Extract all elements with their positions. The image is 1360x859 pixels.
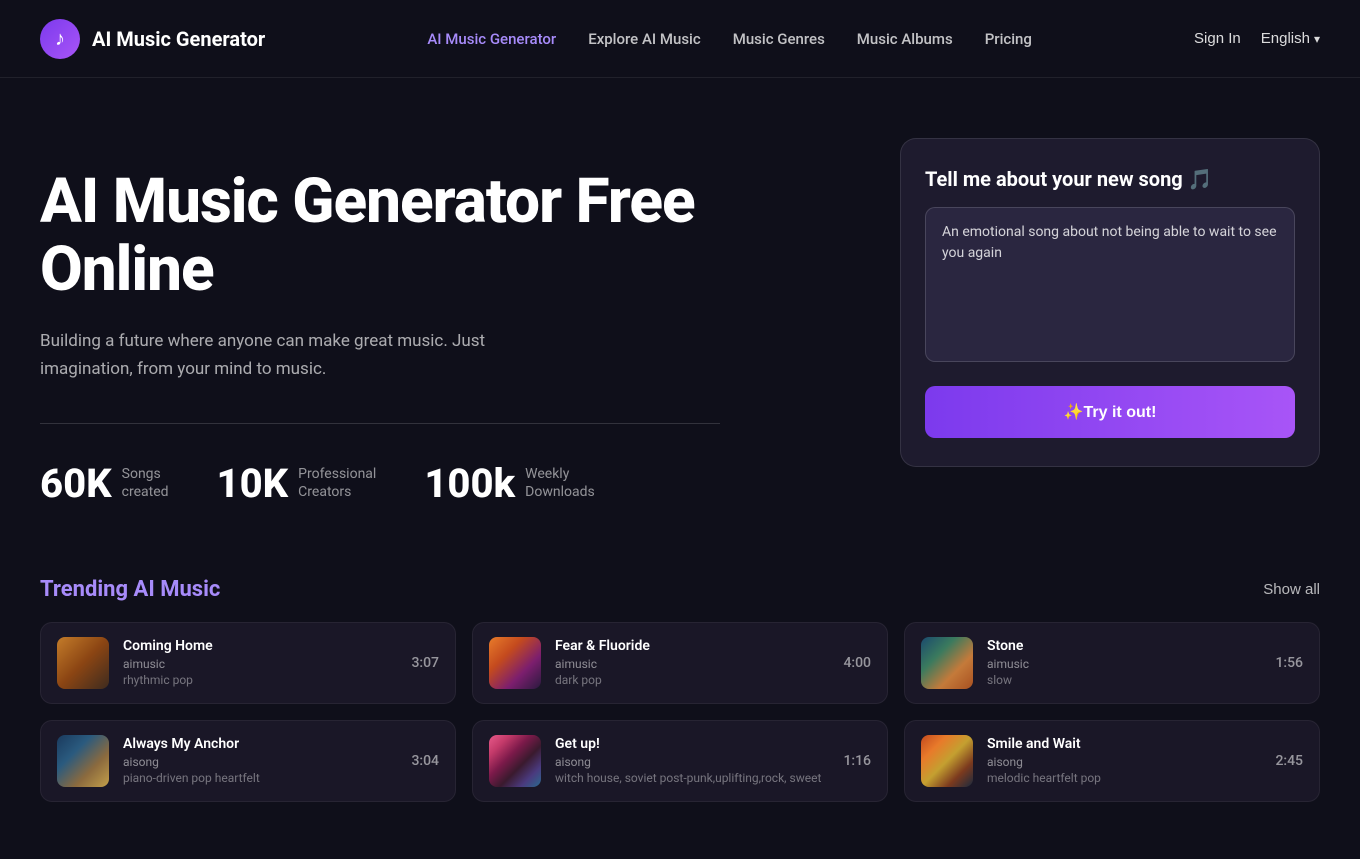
language-label: English [1261,30,1310,47]
nav-logo-text: AI Music Generator [92,27,265,51]
stat-songs-number: 60K [40,460,112,507]
hero-subtitle: Building a future where anyone can make … [40,328,540,382]
song-description-input[interactable]: An emotional song about not being able t… [925,207,1295,362]
track-duration: 4:00 [843,655,871,671]
track-info: Stone aimusic slow [987,638,1261,687]
track-genre: dark pop [555,673,829,687]
track-artist: aisong [123,755,397,769]
track-duration: 1:16 [843,753,871,769]
stat-downloads-number: 100k [424,460,515,507]
track-genre: piano-driven pop heartfelt [123,771,397,785]
nav-link-ai-music-generator[interactable]: AI Music Generator [427,30,556,48]
stat-songs-label: Songs created [122,465,169,501]
try-it-out-button[interactable]: ✨Try it out! [925,386,1295,438]
track-name: Get up! [555,736,829,752]
hero-title: AI Music Generator Free Online [40,168,740,304]
track-info: Smile and Wait aisong melodic heartfelt … [987,736,1261,785]
logo-icon: ♪ [40,19,80,59]
track-card[interactable]: Always My Anchor aisong piano-driven pop… [40,720,456,802]
stat-downloads-label: Weekly Downloads [525,465,595,501]
chevron-down-icon: ▾ [1314,32,1320,46]
nav-logo[interactable]: ♪ AI Music Generator [40,19,265,59]
track-artist: aimusic [555,657,829,671]
track-info: Fear & Fluoride aimusic dark pop [555,638,829,687]
song-generator-card: Tell me about your new song 🎵 An emotion… [900,138,1320,467]
stat-creators: 10K Professional Creators [217,460,377,507]
stat-songs: 60K Songs created [40,460,169,507]
track-card[interactable]: Coming Home aimusic rhythmic pop 3:07 [40,622,456,704]
track-name: Coming Home [123,638,397,654]
track-thumbnail [489,637,541,689]
track-genre: witch house, soviet post-punk,uplifting,… [555,771,829,785]
tracks-grid: Coming Home aimusic rhythmic pop 3:07 Fe… [40,622,1320,802]
stat-creators-label: Professional Creators [298,465,376,501]
track-card[interactable]: Get up! aisong witch house, soviet post-… [472,720,888,802]
trending-title: Trending AI Music [40,577,220,602]
track-duration: 3:04 [411,753,439,769]
track-artist: aimusic [123,657,397,671]
track-name: Smile and Wait [987,736,1261,752]
track-thumbnail [489,735,541,787]
sign-in-button[interactable]: Sign In [1194,30,1241,47]
track-genre: melodic heartfelt pop [987,771,1261,785]
hero-stats: 60K Songs created 10K Professional Creat… [40,460,740,507]
track-genre: slow [987,673,1261,687]
track-thumbnail [57,637,109,689]
navbar: ♪ AI Music Generator AI Music Generator … [0,0,1360,78]
track-genre: rhythmic pop [123,673,397,687]
track-duration: 3:07 [411,655,439,671]
track-duration: 2:45 [1275,753,1303,769]
trending-section: Trending AI Music Show all Coming Home a… [0,557,1360,842]
track-info: Get up! aisong witch house, soviet post-… [555,736,829,785]
track-name: Stone [987,638,1261,654]
track-name: Always My Anchor [123,736,397,752]
nav-links: AI Music Generator Explore AI Music Musi… [427,29,1032,48]
hero-section: AI Music Generator Free Online Building … [0,78,1360,557]
nav-link-pricing[interactable]: Pricing [985,30,1032,48]
track-thumbnail [57,735,109,787]
track-artist: aisong [987,755,1261,769]
card-title: Tell me about your new song 🎵 [925,167,1295,191]
nav-right: Sign In English ▾ [1194,30,1320,47]
track-card[interactable]: Stone aimusic slow 1:56 [904,622,1320,704]
show-all-button[interactable]: Show all [1263,581,1320,598]
nav-link-albums[interactable]: Music Albums [857,30,953,48]
track-thumbnail [921,735,973,787]
track-card[interactable]: Fear & Fluoride aimusic dark pop 4:00 [472,622,888,704]
track-card[interactable]: Smile and Wait aisong melodic heartfelt … [904,720,1320,802]
track-artist: aisong [555,755,829,769]
hero-divider [40,423,720,424]
track-info: Coming Home aimusic rhythmic pop [123,638,397,687]
track-artist: aimusic [987,657,1261,671]
stat-creators-number: 10K [217,460,289,507]
trending-header: Trending AI Music Show all [40,577,1320,602]
track-duration: 1:56 [1275,655,1303,671]
stat-downloads: 100k Weekly Downloads [424,460,594,507]
hero-left: AI Music Generator Free Online Building … [40,138,740,507]
track-thumbnail [921,637,973,689]
nav-link-genres[interactable]: Music Genres [733,30,825,48]
track-info: Always My Anchor aisong piano-driven pop… [123,736,397,785]
nav-link-explore[interactable]: Explore AI Music [588,30,700,48]
track-name: Fear & Fluoride [555,638,829,654]
language-selector[interactable]: English ▾ [1261,30,1320,47]
